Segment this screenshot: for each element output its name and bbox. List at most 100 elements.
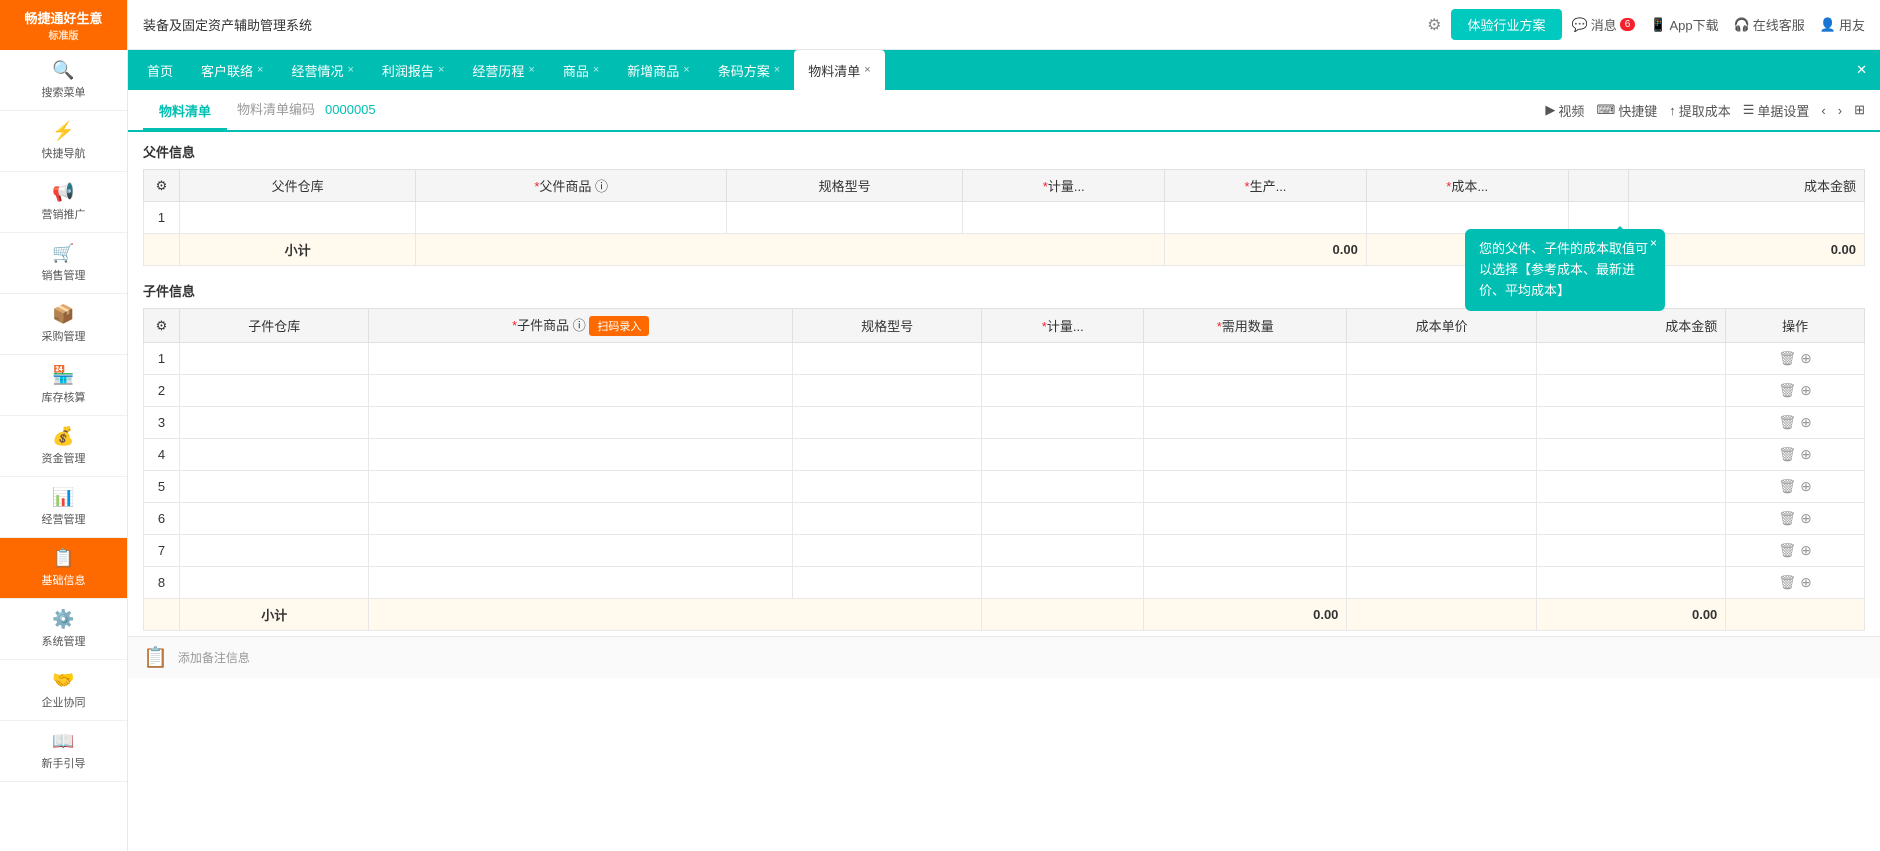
tab-home[interactable]: 首页 <box>133 50 187 90</box>
child-row-quantity[interactable] <box>1144 407 1347 439</box>
child-row-unit[interactable] <box>982 439 1144 471</box>
child-row-quantity[interactable] <box>1144 471 1347 503</box>
sidebar-item-search[interactable]: 🔍 搜索菜单 <box>0 50 127 111</box>
online-service-action[interactable]: 🎧 在线客服 <box>1734 15 1805 34</box>
copy-btn[interactable]: ⊕ <box>1800 446 1812 463</box>
sidebar-item-quick-nav[interactable]: ⚡ 快捷导航 <box>0 111 127 172</box>
parent-row-1-unit[interactable] <box>963 202 1165 234</box>
child-row-quantity[interactable] <box>1144 375 1347 407</box>
child-row-unit-cost[interactable] <box>1347 503 1536 535</box>
parent-row-1-produce[interactable] <box>1165 202 1367 234</box>
tab-new-goods[interactable]: 新增商品 × <box>613 50 703 90</box>
delete-btn[interactable]: 🗑 <box>1778 510 1796 527</box>
child-row-spec[interactable] <box>792 439 981 471</box>
child-row-unit[interactable] <box>982 471 1144 503</box>
child-row-unit-cost[interactable] <box>1347 471 1536 503</box>
child-row-quantity[interactable] <box>1144 343 1347 375</box>
tab-customer[interactable]: 客户联络 × <box>187 50 277 90</box>
note-icon[interactable]: 📋 <box>143 645 168 670</box>
tab-barcode[interactable]: 条码方案 × <box>704 50 794 90</box>
child-row-goods[interactable] <box>369 407 793 439</box>
subtab-bom[interactable]: 物料清单 <box>143 93 227 130</box>
child-row-goods[interactable] <box>369 471 793 503</box>
tab-bom[interactable]: 物料清单 × <box>794 50 884 90</box>
delete-btn[interactable]: 🗑 <box>1778 382 1796 399</box>
sidebar-item-system[interactable]: ⚙️ 系统管理 <box>0 599 127 660</box>
delete-btn[interactable]: 🗑 <box>1778 542 1796 559</box>
sidebar-item-enterprise[interactable]: 🤝 企业协同 <box>0 660 127 721</box>
sidebar-item-finance[interactable]: 💰 资金管理 <box>0 416 127 477</box>
child-row-spec[interactable] <box>792 567 981 599</box>
copy-btn[interactable]: ⊕ <box>1800 574 1812 591</box>
tab-profit[interactable]: 利润报告 × <box>368 50 458 90</box>
child-row-warehouse[interactable] <box>180 407 369 439</box>
child-row-spec[interactable] <box>792 343 981 375</box>
copy-btn[interactable]: ⊕ <box>1800 382 1812 399</box>
child-row-goods[interactable] <box>369 503 793 535</box>
child-row-spec[interactable] <box>792 471 981 503</box>
child-row-quantity[interactable] <box>1144 567 1347 599</box>
tab-goods-close[interactable]: × <box>593 64 599 76</box>
child-row-quantity[interactable] <box>1144 439 1347 471</box>
delete-btn[interactable]: 🗑 <box>1778 350 1796 367</box>
child-row-warehouse[interactable] <box>180 503 369 535</box>
video-btn[interactable]: ▶ 视频 <box>1545 101 1584 120</box>
copy-btn[interactable]: ⊕ <box>1800 414 1812 431</box>
delete-btn[interactable]: 🗑 <box>1778 446 1796 463</box>
nav-next-btn[interactable]: › <box>1838 103 1842 118</box>
sidebar-item-purchase[interactable]: 📦 采购管理 <box>0 294 127 355</box>
message-action[interactable]: 💬 消息 6 <box>1572 15 1636 34</box>
child-row-warehouse[interactable] <box>180 343 369 375</box>
parent-row-1-warehouse[interactable] <box>180 202 416 234</box>
tab-new-goods-close[interactable]: × <box>683 64 689 76</box>
parent-th-gear[interactable]: ⚙ <box>144 170 180 202</box>
child-row-unit-cost[interactable] <box>1347 439 1536 471</box>
expand-btn[interactable]: ⊞ <box>1854 102 1865 118</box>
child-row-goods[interactable] <box>369 375 793 407</box>
child-row-spec[interactable] <box>792 503 981 535</box>
child-row-spec[interactable] <box>792 375 981 407</box>
tab-operations[interactable]: 经营情况 × <box>277 50 367 90</box>
child-th-gear[interactable]: ⚙ <box>144 309 180 343</box>
extract-cost-btn[interactable]: ↑ 提取成本 <box>1669 101 1731 120</box>
tab-history[interactable]: 经营历程 × <box>458 50 548 90</box>
child-row-unit-cost[interactable] <box>1347 375 1536 407</box>
trial-btn[interactable]: 体验行业方案 <box>1451 9 1561 40</box>
shortcut-btn[interactable]: ⌨ 快捷键 <box>1596 101 1657 120</box>
sidebar-item-inventory[interactable]: 🏪 库存核算 <box>0 355 127 416</box>
close-all-btn[interactable]: ✕ <box>1848 62 1875 78</box>
child-row-unit[interactable] <box>982 407 1144 439</box>
sidebar-item-guide[interactable]: 📖 新手引导 <box>0 721 127 782</box>
child-row-spec[interactable] <box>792 535 981 567</box>
sidebar-item-basic-info[interactable]: 📋 基础信息 <box>0 538 127 599</box>
child-row-unit[interactable] <box>982 343 1144 375</box>
child-row-goods[interactable] <box>369 535 793 567</box>
child-row-unit-cost[interactable] <box>1347 567 1536 599</box>
child-row-unit[interactable] <box>982 567 1144 599</box>
child-row-quantity[interactable] <box>1144 503 1347 535</box>
nav-prev-btn[interactable]: ‹ <box>1821 103 1825 118</box>
app-download-action[interactable]: 📱 App下载 <box>1650 15 1718 34</box>
child-row-quantity[interactable] <box>1144 535 1347 567</box>
parent-row-1-goods[interactable] <box>416 202 727 234</box>
child-row-warehouse[interactable] <box>180 535 369 567</box>
tab-bom-close[interactable]: × <box>864 64 870 76</box>
sidebar-item-marketing[interactable]: 📢 营销推广 <box>0 172 127 233</box>
delete-btn[interactable]: 🗑 <box>1778 414 1796 431</box>
child-row-warehouse[interactable] <box>180 375 369 407</box>
child-row-unit-cost[interactable] <box>1347 407 1536 439</box>
child-row-warehouse[interactable] <box>180 471 369 503</box>
delete-btn[interactable]: 🗑 <box>1778 574 1796 591</box>
child-row-unit-cost[interactable] <box>1347 535 1536 567</box>
tooltip-close-btn[interactable]: × <box>1650 234 1657 253</box>
child-row-unit-cost[interactable] <box>1347 343 1536 375</box>
child-row-warehouse[interactable] <box>180 439 369 471</box>
child-row-spec[interactable] <box>792 407 981 439</box>
tab-operations-close[interactable]: × <box>347 64 353 76</box>
child-row-warehouse[interactable] <box>180 567 369 599</box>
child-row-unit[interactable] <box>982 375 1144 407</box>
single-settings-btn[interactable]: ☰ 单据设置 <box>1743 101 1810 120</box>
scan-btn[interactable]: 扫码录入 <box>589 316 649 336</box>
child-row-goods[interactable] <box>369 343 793 375</box>
sidebar-item-sales[interactable]: 🛒 销售管理 <box>0 233 127 294</box>
